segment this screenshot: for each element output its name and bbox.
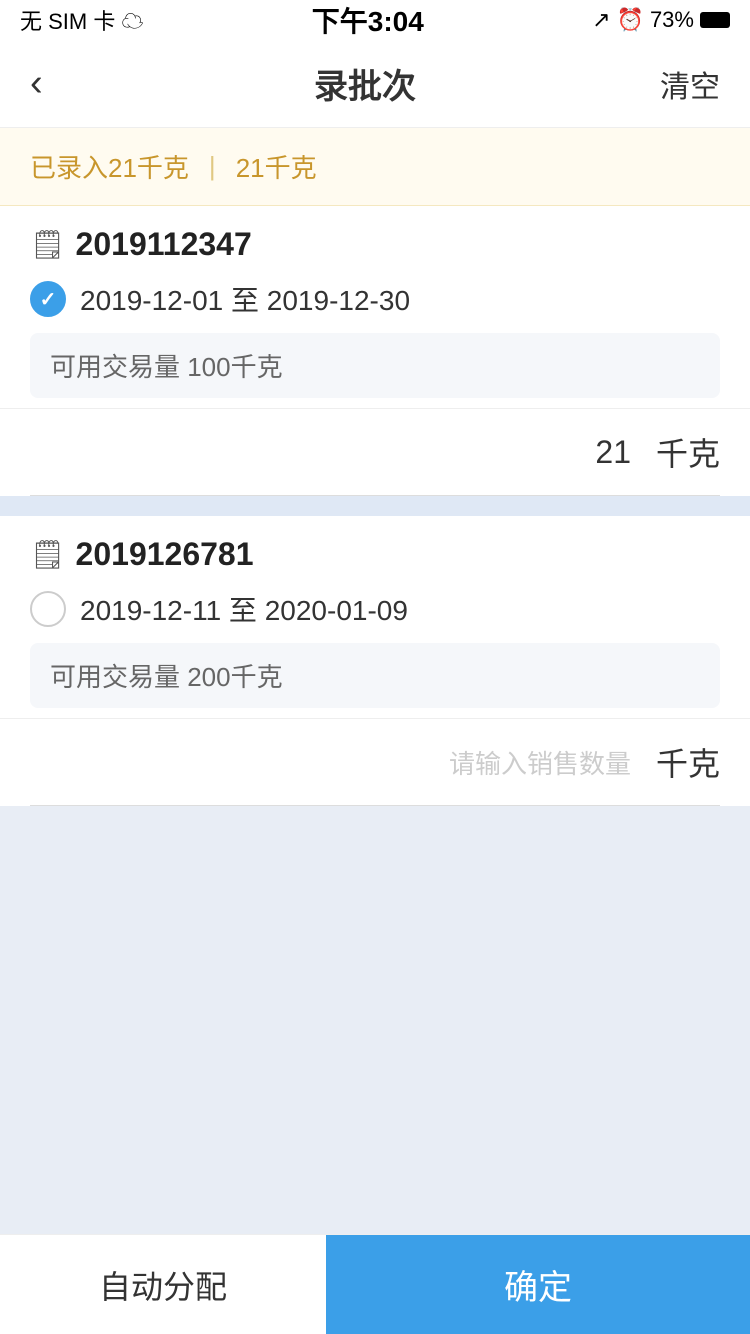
clear-button[interactable]: 清空 [640, 62, 720, 106]
radio-button-1[interactable] [30, 281, 66, 317]
summary-divider: | [209, 151, 216, 182]
summary-bar: 已录入21千克 | 21千克 [0, 128, 750, 206]
batch-number-2: 2019126781 [76, 536, 254, 573]
batch-header-1: 🗒 2019112347 [0, 206, 750, 273]
back-button[interactable]: ‹ [30, 62, 90, 105]
location-icon: ↗ [592, 7, 610, 33]
unit-label-2: 千克 [656, 739, 720, 785]
quantity-input-1[interactable] [446, 434, 646, 471]
battery-icon [700, 12, 730, 28]
batch-input-row-1: 千克 [0, 408, 750, 495]
confirm-button[interactable]: 确定 [326, 1235, 750, 1334]
status-bar: 无 SIM 卡 ☁ 下午3:04 ↗ ⏰ 73% [0, 0, 750, 40]
batch-icon-2: 🗒 [30, 538, 66, 571]
no-sim-label: 无 SIM 卡 ☁ [20, 4, 143, 36]
alarm-icon: ⏰ [617, 7, 644, 33]
batch-card-2: 🗒 2019126781 2019-12-11 至 2020-01-09 可用交… [0, 516, 750, 806]
status-right: ↗ ⏰ 73% [592, 7, 730, 33]
status-time: 下午3:04 [312, 0, 424, 40]
battery-label: 73% [650, 7, 694, 33]
batch-date-row-1[interactable]: 2019-12-01 至 2019-12-30 [0, 273, 750, 329]
batch-icon-1: 🗒 [30, 228, 66, 261]
quantity-input-2[interactable] [446, 744, 646, 781]
batch-card-1: 🗒 2019112347 2019-12-01 至 2019-12-30 可用交… [0, 206, 750, 496]
batch-date-row-2[interactable]: 2019-12-11 至 2020-01-09 [0, 583, 750, 639]
batch-header-2: 🗒 2019126781 [0, 516, 750, 583]
page-title: 录批次 [314, 59, 416, 108]
nav-bar: ‹ 录批次 清空 [0, 40, 750, 128]
batch-input-row-2: 千克 [0, 718, 750, 805]
batch-available-qty-2: 可用交易量 200千克 [30, 643, 720, 708]
summary-value: 21千克 [236, 148, 317, 185]
section-divider [0, 496, 750, 516]
recorded-label: 已录入21千克 [30, 148, 189, 185]
batch-date-1: 2019-12-01 至 2019-12-30 [80, 279, 410, 319]
batch-number-1: 2019112347 [76, 226, 252, 263]
status-left: 无 SIM 卡 ☁ [20, 4, 143, 36]
batch-available-qty-1: 可用交易量 100千克 [30, 333, 720, 398]
unit-label-1: 千克 [656, 429, 720, 475]
batch-date-2: 2019-12-11 至 2020-01-09 [80, 589, 408, 629]
radio-button-2[interactable] [30, 591, 66, 627]
bottom-bar: 自动分配 确定 [0, 1234, 750, 1334]
empty-area [0, 806, 750, 1296]
auto-distribute-button[interactable]: 自动分配 [0, 1235, 326, 1334]
